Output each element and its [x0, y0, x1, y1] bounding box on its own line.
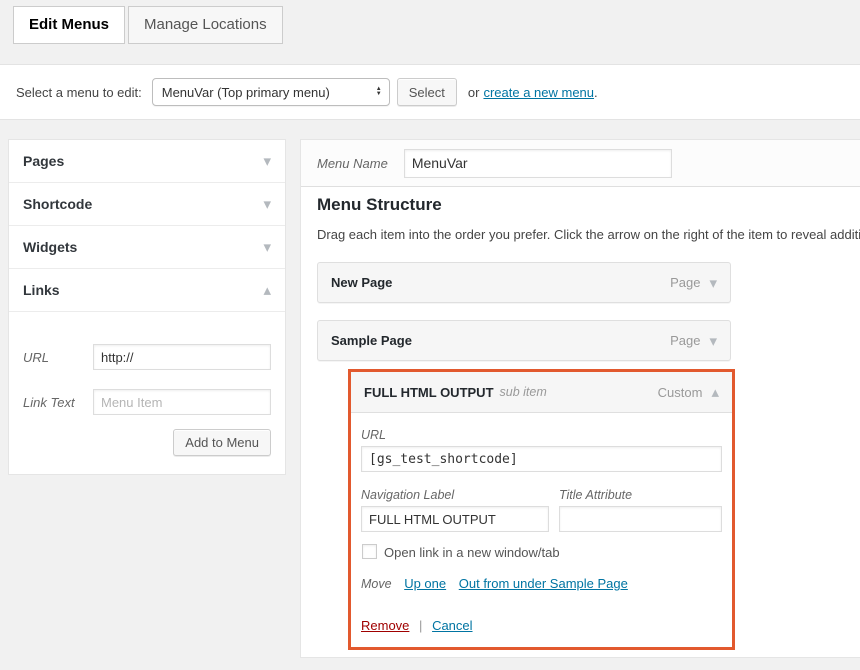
- panel-title: Widgets: [23, 239, 78, 255]
- title-attribute-input[interactable]: [559, 506, 722, 532]
- panel-title: Shortcode: [23, 196, 93, 212]
- menu-dropdown-value: MenuVar (Top primary menu): [161, 84, 330, 100]
- menu-item-type: Custom: [657, 384, 703, 400]
- menu-item-new-page[interactable]: New Page Page ▾: [317, 262, 731, 303]
- cancel-link[interactable]: Cancel: [432, 618, 472, 633]
- navigation-label: Navigation Label: [361, 488, 455, 502]
- menu-item-sample-page[interactable]: Sample Page Page ▾: [317, 320, 731, 361]
- select-arrows-icon: ▲ ▼: [375, 86, 384, 97]
- chevron-up-icon[interactable]: ▴: [711, 383, 719, 401]
- menu-name-header: Menu Name: [301, 140, 860, 187]
- menu-item-title: New Page: [331, 275, 393, 290]
- move-out-link[interactable]: Out from under Sample Page: [459, 576, 628, 591]
- chevron-down-icon[interactable]: ▾: [709, 332, 717, 350]
- sentence-period: .: [594, 84, 598, 100]
- tab-manage-locations[interactable]: Manage Locations: [128, 6, 283, 44]
- menu-item-title: FULL HTML OUTPUT: [364, 384, 494, 400]
- sidebar-url-input[interactable]: [93, 344, 271, 370]
- menu-select-bar: Select a menu to edit: MenuVar (Top prim…: [0, 64, 860, 120]
- title-attribute-label: Title Attribute: [559, 488, 633, 502]
- chevron-down-icon: ▾: [263, 196, 271, 213]
- sidebar-panel-widgets[interactable]: Widgets ▾: [9, 226, 285, 269]
- menu-dropdown[interactable]: MenuVar (Top primary menu) ▲ ▼: [151, 78, 390, 106]
- panel-title: Links: [23, 282, 60, 298]
- move-controls: Move Up one Out from under Sample Page: [361, 576, 637, 591]
- navigation-label-input[interactable]: [361, 506, 549, 532]
- select-button[interactable]: Select: [396, 78, 457, 106]
- sidebar-panel-shortcode[interactable]: Shortcode ▾: [9, 183, 285, 226]
- create-new-menu-link[interactable]: create a new menu: [483, 85, 594, 100]
- menu-editor-panel: Menu Name Menu Structure Drag each item …: [300, 139, 860, 658]
- remove-link[interactable]: Remove: [361, 618, 409, 633]
- action-divider: |: [419, 618, 423, 633]
- item-actions: Remove | Cancel: [361, 618, 473, 633]
- move-label: Move: [361, 577, 392, 591]
- menu-name-input[interactable]: [403, 148, 672, 178]
- menu-structure-heading: Menu Structure: [317, 195, 442, 214]
- menu-item-type: Page: [670, 275, 701, 290]
- move-up-one-link[interactable]: Up one: [404, 576, 446, 591]
- url-label: URL: [23, 350, 50, 365]
- sidebar-panel-pages[interactable]: Pages ▾: [9, 140, 285, 183]
- menu-item-settings: URL Navigation Label Title Attribute Ope…: [351, 413, 732, 647]
- menu-item-type: Page: [670, 333, 701, 348]
- menu-item-title: Sample Page: [331, 333, 412, 348]
- chevron-down-icon: ▾: [263, 239, 271, 256]
- menu-name-label: Menu Name: [317, 155, 388, 171]
- chevron-down-icon[interactable]: ▾: [709, 274, 717, 292]
- add-to-menu-button[interactable]: Add to Menu: [173, 429, 271, 456]
- menu-item-full-html-output-expanded: FULL HTML OUTPUT sub item Custom ▴ URL N…: [348, 369, 735, 650]
- open-new-window-label: Open link in a new window/tab: [384, 545, 560, 560]
- caret-down-icon: ▼: [375, 91, 382, 97]
- tab-edit-menus[interactable]: Edit Menus: [13, 6, 126, 44]
- menu-structure-help: Drag each item into the order you prefer…: [317, 227, 860, 242]
- sidebar-panel-links[interactable]: Links ▴: [9, 269, 285, 312]
- menu-item-full-html-output[interactable]: FULL HTML OUTPUT sub item Custom ▴: [351, 372, 732, 413]
- sidebar-link-text-input[interactable]: [93, 389, 271, 415]
- select-menu-label: Select a menu to edit:: [16, 84, 142, 100]
- link-text-label: Link Text: [23, 395, 75, 410]
- sub-item-badge: sub item: [499, 385, 547, 399]
- open-new-window-checkbox[interactable]: [362, 544, 377, 559]
- chevron-up-icon: ▴: [263, 282, 271, 299]
- chevron-down-icon: ▾: [263, 153, 271, 170]
- links-panel-body: URL Link Text Add to Menu: [9, 312, 285, 474]
- or-text: or: [467, 84, 480, 100]
- menu-items-sidebar: Pages ▾ Shortcode ▾ Widgets ▾ Links ▴ UR…: [8, 139, 286, 475]
- url-label: URL: [361, 428, 387, 442]
- item-url-input[interactable]: [361, 446, 722, 472]
- panel-title: Pages: [23, 153, 65, 169]
